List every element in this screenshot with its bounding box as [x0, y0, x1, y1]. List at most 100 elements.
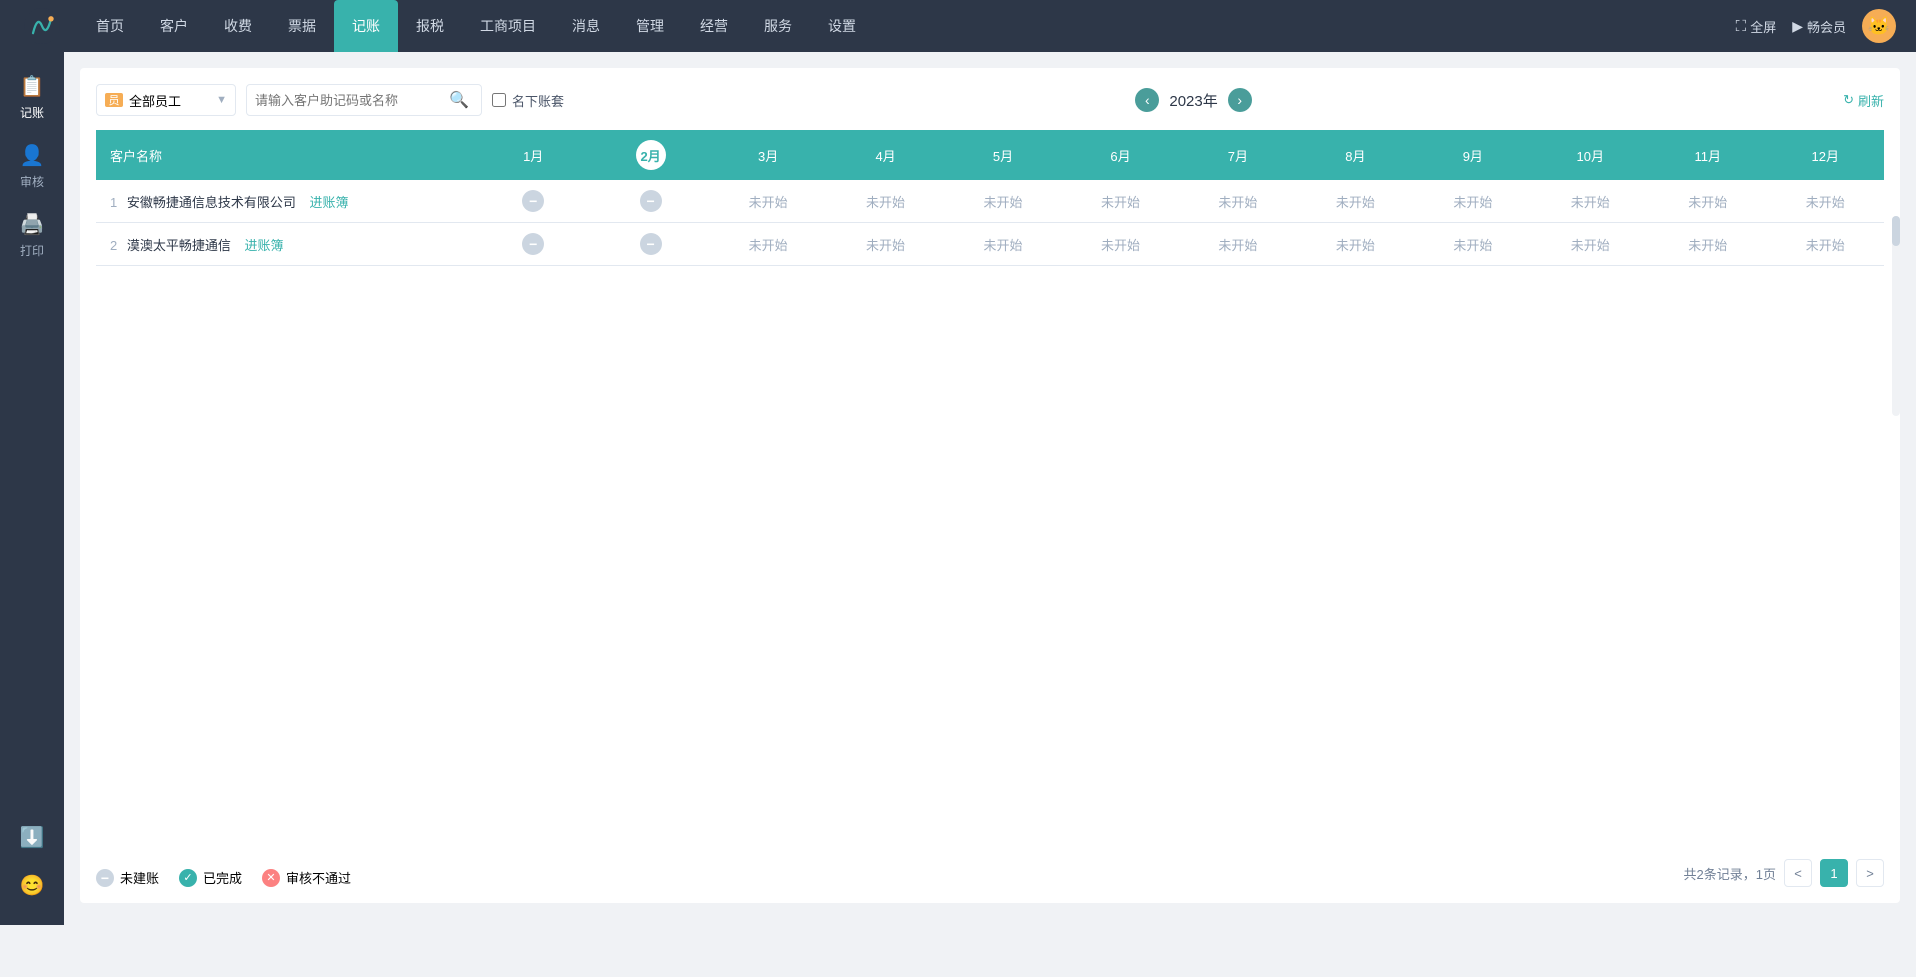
- footer-legend: − 未建账 ✓ 已完成 ✕ 审核不通过: [96, 868, 351, 887]
- nav-service[interactable]: 服务: [746, 0, 810, 52]
- month-cell-2: −: [592, 180, 709, 223]
- prev-page-button[interactable]: <: [1784, 859, 1812, 887]
- month-cell-5: 未开始: [944, 223, 1061, 266]
- month-cell-7: 未开始: [1179, 223, 1296, 266]
- legend-not-built: − 未建账: [96, 868, 159, 887]
- jan-label: 1月: [523, 149, 543, 164]
- legend-rejected-label: 审核不通过: [286, 868, 351, 887]
- my-accounts-checkbox[interactable]: [492, 93, 506, 107]
- enter-ledger-link[interactable]: 进账簿: [310, 195, 349, 210]
- sidebar-audit-label: 审核: [20, 173, 44, 190]
- next-page-button[interactable]: >: [1856, 859, 1884, 887]
- nav-tax[interactable]: 报税: [398, 0, 462, 52]
- col-header-feb: 2月: [592, 130, 709, 180]
- vip-button[interactable]: ▶ 畅会员: [1792, 17, 1846, 36]
- col-header-aug: 8月: [1297, 130, 1414, 180]
- month-cell-3: 未开始: [709, 180, 826, 223]
- col-header-oct: 10月: [1532, 130, 1649, 180]
- employee-select[interactable]: 员 全部员工 ▼: [96, 84, 236, 116]
- top-nav-right: ⛶ 全屏 ▶ 畅会员 🐱: [1736, 9, 1916, 43]
- sidebar-print-label: 打印: [20, 242, 44, 259]
- col-header-apr: 4月: [827, 130, 944, 180]
- nov-label: 11月: [1694, 149, 1721, 164]
- legend-not-built-label: 未建账: [120, 868, 159, 887]
- month-cell-11: 未开始: [1649, 180, 1766, 223]
- not-started-text: 未开始: [749, 195, 788, 210]
- may-label: 5月: [993, 149, 1013, 164]
- month-cell-11: 未开始: [1649, 223, 1766, 266]
- nav-customer[interactable]: 客户: [142, 0, 206, 52]
- sidebar-bottom: ⬇️ 😊: [0, 813, 64, 925]
- month-cell-1: −: [474, 223, 591, 266]
- prev-year-button[interactable]: ‹: [1135, 88, 1159, 112]
- nav-invoice[interactable]: 票据: [270, 0, 334, 52]
- pagination-total: 共2条记录，1页: [1684, 864, 1776, 883]
- not-started-text: 未开始: [1218, 238, 1257, 253]
- nav-home[interactable]: 首页: [78, 0, 142, 52]
- table-row: 1 安徽畅捷通信息技术有限公司 进账簿−−未开始未开始未开始未开始未开始未开始未…: [96, 180, 1884, 223]
- sidebar-item-accounting[interactable]: 📋 记账: [0, 62, 64, 131]
- current-page-button[interactable]: 1: [1820, 859, 1848, 887]
- sidebar-item-print[interactable]: 🖨️ 打印: [0, 200, 64, 269]
- refresh-button[interactable]: ↻ 刷新: [1843, 91, 1884, 110]
- my-accounts-checkbox-label[interactable]: 名下账套: [492, 91, 564, 110]
- not-started-text: 未开始: [1218, 195, 1257, 210]
- nav-manage[interactable]: 管理: [618, 0, 682, 52]
- not-started-text: 未开始: [1336, 195, 1375, 210]
- toolbar: 员 全部员工 ▼ 🔍 名下账套 ‹ 2023年 › ↻ 刷新: [96, 84, 1884, 116]
- month-cell-12: 未开始: [1766, 223, 1884, 266]
- col-header-sep: 9月: [1414, 130, 1531, 180]
- not-started-text: 未开始: [1336, 238, 1375, 253]
- footer-pagination: 共2条记录，1页 < 1 >: [1684, 859, 1884, 887]
- next-year-button[interactable]: ›: [1228, 88, 1252, 112]
- col-header-jul: 7月: [1179, 130, 1296, 180]
- sidebar-item-audit[interactable]: 👤 审核: [0, 131, 64, 200]
- feb-circle: 2月: [636, 140, 666, 170]
- top-navigation: 首页 客户 收费 票据 记账 报税 工商项目 消息 管理 经营 服务 设置 ⛶ …: [0, 0, 1916, 52]
- done-icon: −: [522, 190, 544, 212]
- customer-name: 安徽畅捷通信息技术有限公司: [127, 195, 296, 210]
- legend-rejected: ✕ 审核不通过: [262, 868, 351, 887]
- print-icon: 🖨️: [18, 210, 46, 238]
- content-card: 员 全部员工 ▼ 🔍 名下账套 ‹ 2023年 › ↻ 刷新: [80, 68, 1900, 903]
- month-cell-10: 未开始: [1532, 180, 1649, 223]
- sep-label: 9月: [1463, 149, 1483, 164]
- not-started-text: 未开始: [866, 195, 905, 210]
- month-cell-5: 未开始: [944, 180, 1061, 223]
- sidebar-download[interactable]: ⬇️: [0, 813, 64, 861]
- chevron-down-icon: ▼: [216, 94, 227, 106]
- dec-label: 12月: [1811, 149, 1838, 164]
- not-started-text: 未开始: [1453, 195, 1492, 210]
- nav-accounting[interactable]: 记账: [334, 0, 398, 52]
- search-input[interactable]: [255, 93, 445, 108]
- avatar[interactable]: 🐱: [1862, 9, 1896, 43]
- nav-items: 首页 客户 收费 票据 记账 报税 工商项目 消息 管理 经营 服务 设置: [78, 0, 1736, 52]
- month-cell-1: −: [474, 180, 591, 223]
- teal-dot-icon: ✓: [179, 869, 197, 887]
- not-started-text: 未开始: [1688, 195, 1727, 210]
- user-icon: 😊: [18, 871, 46, 899]
- fullscreen-button[interactable]: ⛶ 全屏: [1736, 17, 1777, 36]
- main-content: 员 全部员工 ▼ 🔍 名下账套 ‹ 2023年 › ↻ 刷新: [64, 52, 1916, 925]
- not-started-text: 未开始: [1453, 238, 1492, 253]
- not-started-text: 未开始: [1101, 195, 1140, 210]
- col-header-name: 客户名称: [96, 130, 474, 180]
- col-header-nov: 11月: [1649, 130, 1766, 180]
- scrollbar-thumb: [1892, 216, 1900, 246]
- customer-name: 漠澳太平畅捷通信: [127, 238, 231, 253]
- nav-operations[interactable]: 经营: [682, 0, 746, 52]
- col-header-dec: 12月: [1766, 130, 1884, 180]
- sidebar-user[interactable]: 😊: [0, 861, 64, 909]
- nav-business[interactable]: 工商项目: [462, 0, 554, 52]
- vip-label: 畅会员: [1807, 17, 1846, 36]
- nav-messages[interactable]: 消息: [554, 0, 618, 52]
- nav-billing[interactable]: 收费: [206, 0, 270, 52]
- month-cell-4: 未开始: [827, 180, 944, 223]
- scrollbar-track[interactable]: [1892, 216, 1900, 416]
- nav-settings[interactable]: 设置: [810, 0, 874, 52]
- search-button[interactable]: 🔍: [445, 86, 473, 114]
- enter-ledger-link[interactable]: 进账簿: [245, 238, 284, 253]
- sidebar-accounting-label: 记账: [20, 104, 44, 121]
- month-cell-3: 未开始: [709, 223, 826, 266]
- legend-completed-label: 已完成: [203, 868, 242, 887]
